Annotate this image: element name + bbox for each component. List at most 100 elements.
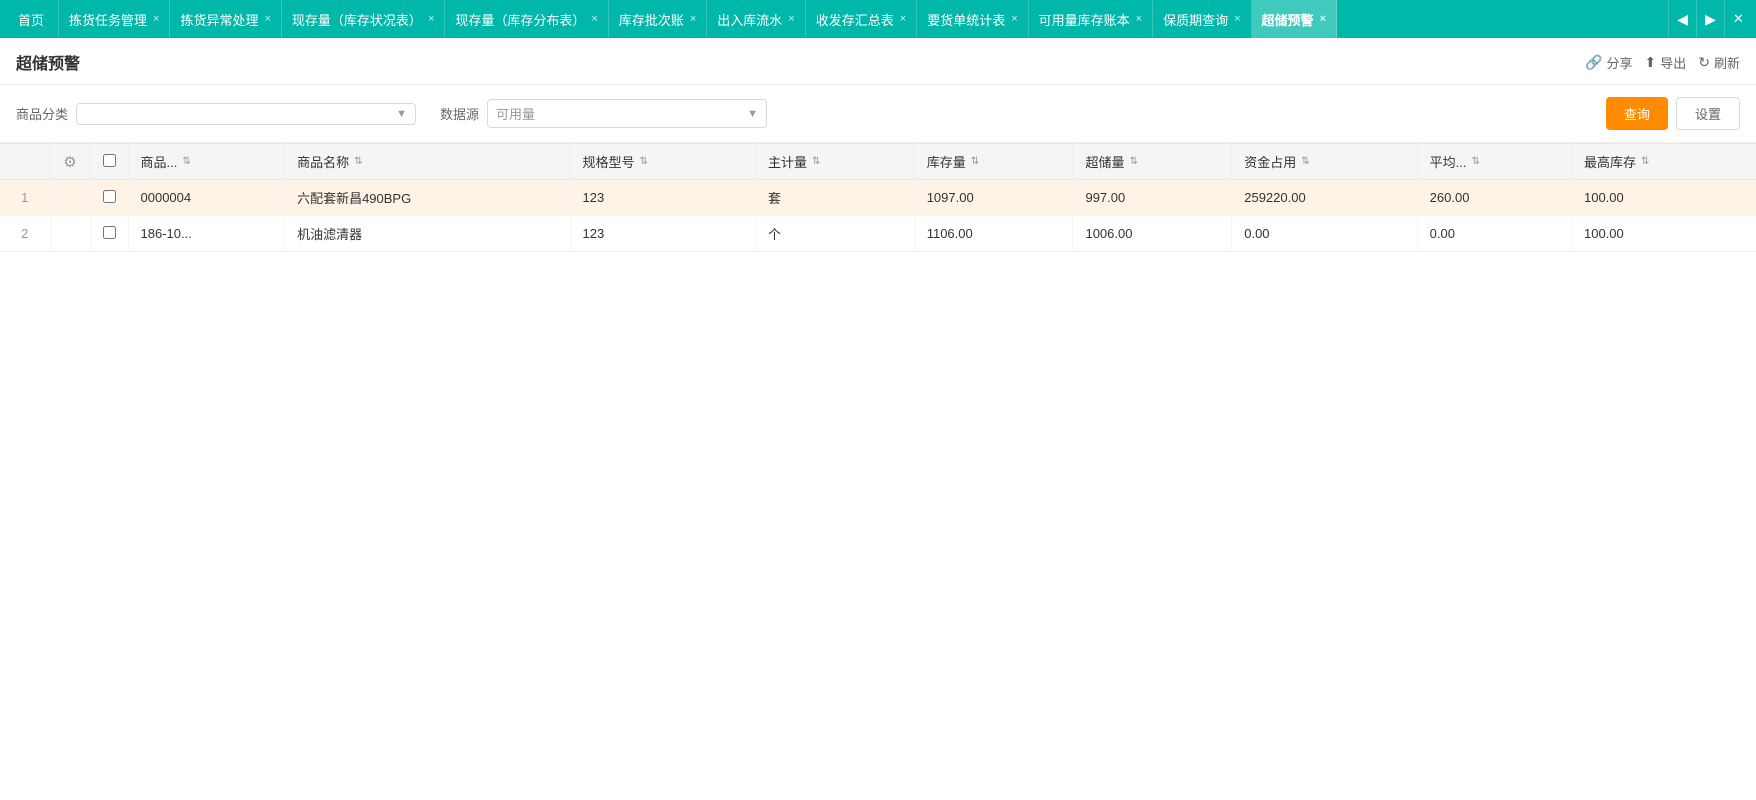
col-label-unit: 主计量: [768, 152, 807, 171]
nav-tab-inout-flow[interactable]: 出入库流水 ×: [707, 0, 805, 38]
row-settings-0: [50, 180, 90, 216]
capital-occupied-1: 0.00: [1232, 216, 1417, 252]
page-container: 超储预警 🔗 分享 ⬆ 导出 ↻ 刷新 商品分类 ▼ 数据源: [0, 38, 1756, 800]
nav-tab-label-order-stats: 要货单统计表: [927, 10, 1005, 29]
unit-1: 个: [755, 216, 914, 252]
nav-tab-close-inventory-dist[interactable]: ×: [591, 13, 597, 25]
unit-0: 套: [755, 180, 914, 216]
settings-gear-icon[interactable]: ⚙: [63, 154, 76, 171]
product-name-0: 六配套新昌490BPG: [285, 180, 570, 216]
col-sort-product_name[interactable]: 商品名称⇅: [297, 152, 557, 171]
nav-tab-close-pick-exception[interactable]: ×: [264, 13, 270, 25]
product-category-label: 商品分类: [16, 104, 68, 123]
product-code-0: 0000004: [128, 180, 285, 216]
nav-tab-close-shelf-life[interactable]: ×: [1234, 13, 1240, 25]
data-table-container: ⚙商品...⇅商品名称⇅规格型号⇅主计量⇅库存量⇅超储量⇅资金占用⇅平均...⇅…: [0, 143, 1756, 252]
product-code-1: 186-10...: [128, 216, 285, 252]
nav-tab-shelf-life[interactable]: 保质期查询×: [1153, 0, 1251, 38]
col-header-stock[interactable]: 库存量⇅: [914, 144, 1073, 180]
col-sort-stock[interactable]: 库存量⇅: [927, 152, 1061, 171]
col-header-index: [0, 144, 50, 180]
col-header-unit[interactable]: 主计量 ⇅: [755, 144, 914, 180]
nav-tab-close-inventory-status[interactable]: ×: [428, 13, 434, 25]
col-sort-avg[interactable]: 平均...⇅: [1430, 152, 1559, 171]
col-sort-spec[interactable]: 规格型号 ⇅: [583, 152, 743, 171]
data-source-select[interactable]: 可用量 ▼: [487, 99, 767, 128]
col-header-overstock[interactable]: 超储量⇅: [1073, 144, 1232, 180]
nav-tab-order-stats[interactable]: 要货单统计表 ×: [917, 0, 1028, 38]
nav-tab-receipt-summary[interactable]: 收发存汇总表 ×: [806, 0, 917, 38]
col-header-avg[interactable]: 平均...⇅: [1417, 144, 1571, 180]
col-sort-unit[interactable]: 主计量 ⇅: [768, 152, 902, 171]
row-checkbox-0[interactable]: [103, 190, 116, 203]
col-header-spec[interactable]: 规格型号 ⇅: [570, 144, 755, 180]
nav-tab-pick-task[interactable]: 拣货任务管理 ×: [59, 0, 170, 38]
sort-icon-capital_occupied: ⇅: [1301, 156, 1309, 167]
col-header-max_stock[interactable]: 最高库存 ⇅: [1571, 144, 1756, 180]
col-sort-capital_occupied[interactable]: 资金占用⇅: [1244, 152, 1404, 171]
nav-tab-batch-ledger[interactable]: 库存批次账×: [609, 0, 707, 38]
data-source-chevron: ▼: [747, 108, 758, 120]
nav-tab-overstock-warning[interactable]: 超储预警 ×: [1252, 0, 1337, 38]
col-label-product_name: 商品名称: [297, 152, 349, 171]
spec-1: 123: [570, 216, 755, 252]
nav-tab-inventory-dist[interactable]: 现存量（库存分布表）×: [445, 0, 608, 38]
sort-icon-avg: ⇅: [1472, 156, 1480, 167]
nav-tab-label-inventory-status: 现存量（库存状况表）: [292, 10, 422, 29]
max-stock-1: 100.00: [1571, 216, 1756, 252]
row-checkbox-1[interactable]: [103, 226, 116, 239]
nav-tab-pick-exception[interactable]: 拣货异常处理×: [170, 0, 281, 38]
col-label-spec: 规格型号: [583, 152, 635, 171]
refresh-button[interactable]: ↻ 刷新: [1698, 53, 1740, 72]
table-header: ⚙商品...⇅商品名称⇅规格型号⇅主计量⇅库存量⇅超储量⇅资金占用⇅平均...⇅…: [0, 144, 1756, 180]
share-icon: 🔗: [1585, 54, 1602, 71]
nav-tab-close-inout-flow[interactable]: ×: [788, 13, 794, 25]
export-icon: ⬆: [1645, 54, 1657, 71]
nav-tab-inventory-status[interactable]: 现存量（库存状况表） ×: [282, 0, 445, 38]
nav-prev-arrow[interactable]: ◀: [1668, 0, 1696, 38]
nav-next-arrow[interactable]: ▶: [1696, 0, 1724, 38]
page-title: 超储预警: [16, 50, 80, 74]
col-label-max_stock: 最高库存: [1584, 152, 1636, 171]
nav-tab-label-receipt-summary: 收发存汇总表: [816, 10, 894, 29]
col-header-product_code[interactable]: 商品...⇅: [128, 144, 285, 180]
product-category-filter: 商品分类 ▼: [16, 103, 416, 125]
table-row: 10000004六配套新昌490BPG123套1097.00997.002592…: [0, 180, 1756, 216]
col-label-product_code: 商品...: [141, 152, 178, 171]
sort-icon-max_stock: ⇅: [1641, 156, 1649, 167]
nav-tab-home[interactable]: 首页: [4, 0, 59, 38]
select-all-checkbox[interactable]: [103, 154, 116, 167]
export-button[interactable]: ⬆ 导出: [1645, 53, 1687, 72]
data-source-filter: 数据源 可用量 ▼: [440, 99, 767, 128]
nav-tab-close-overstock-warning[interactable]: ×: [1320, 13, 1326, 25]
avg-0: 260.00: [1417, 180, 1571, 216]
overstock-0: 997.00: [1073, 180, 1232, 216]
nav-tab-close-order-stats[interactable]: ×: [1011, 13, 1017, 25]
sort-icon-spec: ⇅: [640, 156, 648, 167]
nav-tab-label-pick-task: 拣货任务管理: [69, 10, 147, 29]
col-header-capital_occupied[interactable]: 资金占用⇅: [1232, 144, 1417, 180]
nav-tab-label-home: 首页: [18, 10, 44, 29]
share-button[interactable]: 🔗 分享: [1585, 53, 1632, 72]
col-sort-overstock[interactable]: 超储量⇅: [1085, 152, 1219, 171]
sort-icon-unit: ⇅: [812, 156, 820, 167]
nav-close-arrow[interactable]: ✕: [1724, 0, 1752, 38]
stock-0: 1097.00: [914, 180, 1073, 216]
settings-button[interactable]: 设置: [1676, 97, 1740, 130]
nav-tab-label-available-ledger: 可用量库存账本: [1039, 10, 1130, 29]
product-name-1: 机油滤清器: [285, 216, 570, 252]
col-header-product_name[interactable]: 商品名称⇅: [285, 144, 570, 180]
nav-tab-available-ledger[interactable]: 可用量库存账本 ×: [1029, 0, 1153, 38]
nav-tab-close-available-ledger[interactable]: ×: [1136, 13, 1142, 25]
col-sort-max_stock[interactable]: 最高库存 ⇅: [1584, 152, 1744, 171]
nav-tab-label-overstock-warning: 超储预警: [1262, 10, 1314, 29]
col-sort-product_code[interactable]: 商品...⇅: [141, 152, 273, 171]
query-button[interactable]: 查询: [1606, 97, 1668, 130]
row-settings-1: [50, 216, 90, 252]
nav-tab-close-batch-ledger[interactable]: ×: [690, 13, 696, 25]
nav-tab-close-pick-task[interactable]: ×: [153, 13, 159, 25]
product-category-select[interactable]: ▼: [76, 103, 416, 125]
overstock-1: 1006.00: [1073, 216, 1232, 252]
nav-tab-label-inout-flow: 出入库流水: [717, 10, 782, 29]
nav-tab-close-receipt-summary[interactable]: ×: [900, 13, 906, 25]
